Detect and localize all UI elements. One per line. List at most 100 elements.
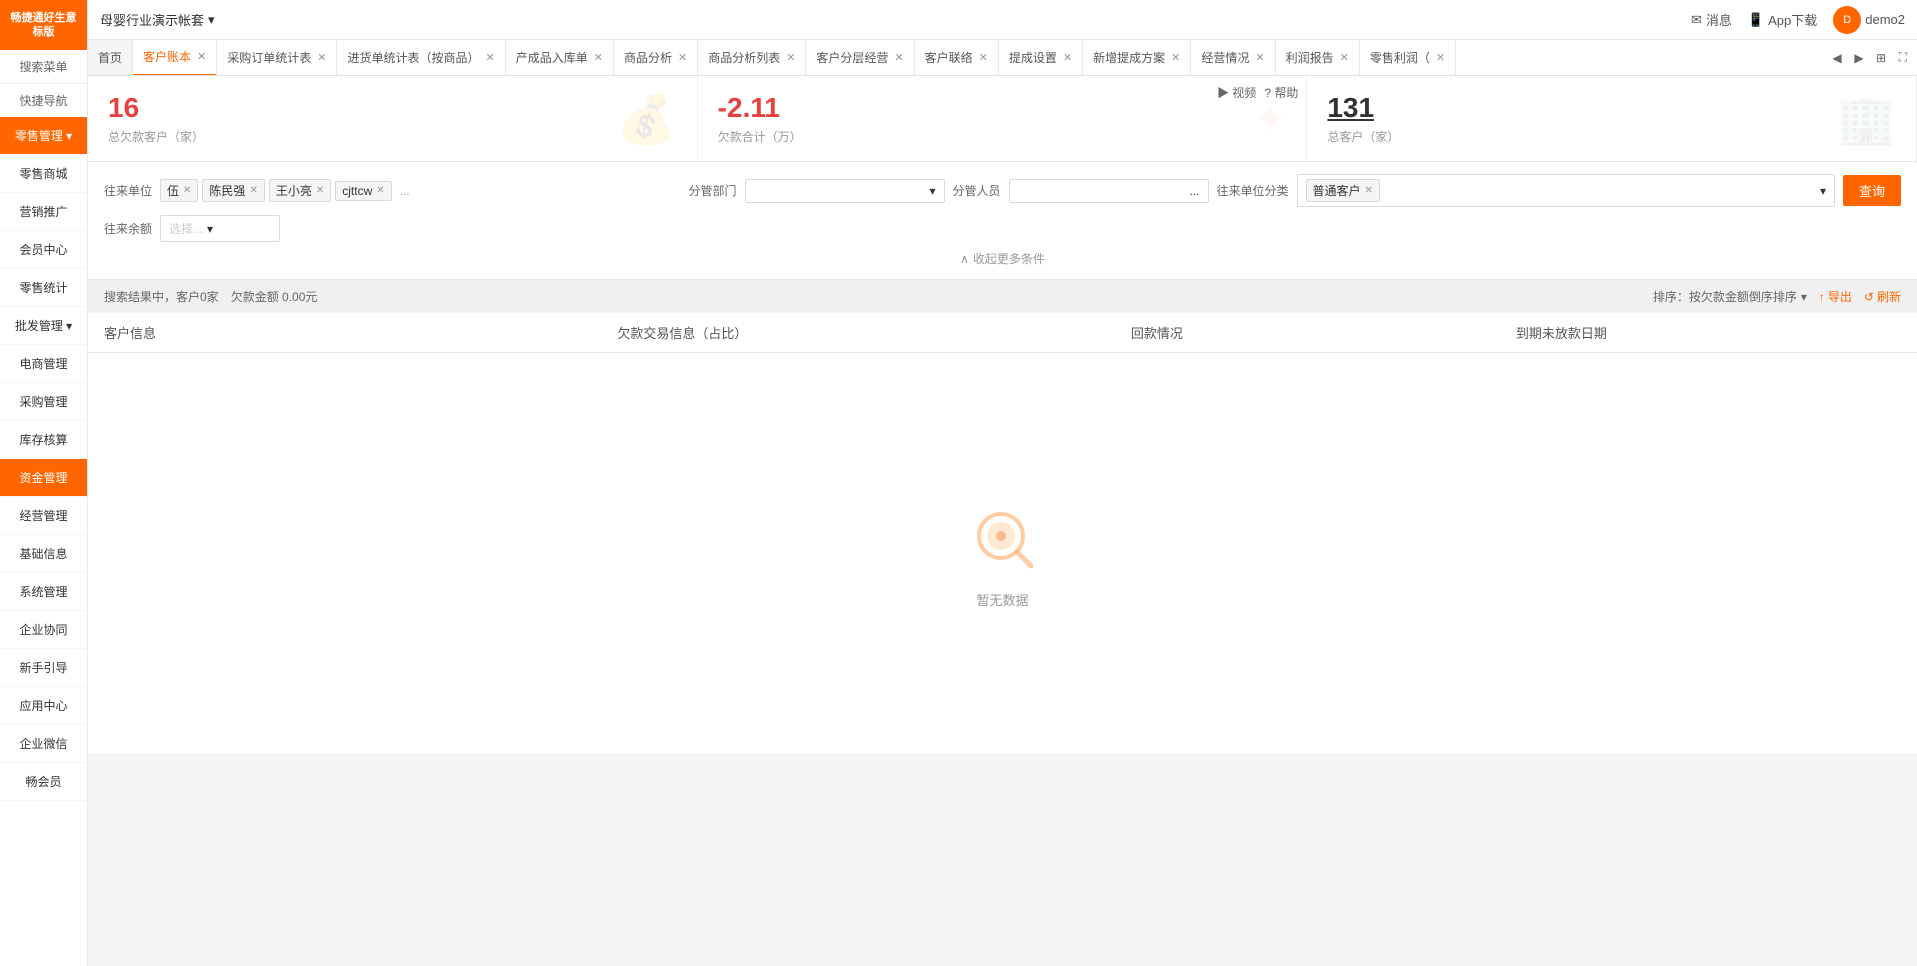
tab-product-analysis[interactable]: 商品分析 ✕ <box>614 40 698 76</box>
company-tag-wu-close[interactable]: ✕ <box>183 185 191 196</box>
tab-close-icon[interactable]: ✕ <box>1255 51 1264 64</box>
export-icon: ↑ <box>1819 290 1825 304</box>
main-area: 母婴行业演示帐套 ▾ ✉ 消息 📱 App下载 D demo2 首页 客户账本 … <box>88 0 1917 966</box>
total-customers-icon: 🏢 <box>1836 90 1896 147</box>
message-btn[interactable]: ✉ 消息 <box>1691 10 1732 29</box>
balance-filter-label: 往来余额 <box>104 220 152 237</box>
tab-home[interactable]: 首页 <box>88 40 133 76</box>
tab-new-raise-plan[interactable]: 新增提成方案 ✕ <box>1083 40 1191 76</box>
table-header: 客户信息 欠款交易信息（占比） 回款情况 到期未放款日期 <box>88 313 1917 353</box>
sidebar-item-ecommerce-mgmt[interactable]: 电商管理 <box>0 345 87 383</box>
sidebar-item-new-guide[interactable]: 新手引导 <box>0 649 87 687</box>
no-data-svg <box>963 498 1043 578</box>
sidebar-item-retail-mall[interactable]: 零售商城 <box>0 155 87 193</box>
tab-retail-profit[interactable]: 零售利润（ ✕ <box>1360 40 1456 76</box>
tab-label: 新增提成方案 <box>1093 49 1165 66</box>
sidebar-item-capital-mgmt[interactable]: 资金管理 <box>0 459 87 497</box>
sidebar-item-purchase-mgmt[interactable]: 采购管理 <box>0 383 87 421</box>
tab-customer-ledger-label: 客户账本 <box>143 48 191 65</box>
company-tag-chen-close[interactable]: ✕ <box>249 185 257 196</box>
company-tag-wang-close[interactable]: ✕ <box>316 185 324 196</box>
tab-close-icon[interactable]: ✕ <box>486 51 495 64</box>
debit-customers-icon: 💰 <box>617 90 677 147</box>
tab-raise-settings[interactable]: 提成设置 ✕ <box>999 40 1083 76</box>
tab-production-inbound[interactable]: 产成品入库单 ✕ <box>506 40 614 76</box>
tab-operation-status[interactable]: 经营情况 ✕ <box>1191 40 1275 76</box>
sidebar-item-wholesale-mgmt[interactable]: 批发管理 ▾ <box>0 307 87 345</box>
tab-expand[interactable]: ⊞ <box>1871 48 1891 68</box>
col-customer-info: 客户信息 <box>104 323 617 342</box>
sidebar-search[interactable]: 搜索菜单 <box>0 50 87 84</box>
sidebar-item-marketing[interactable]: 营销推广 <box>0 193 87 231</box>
tab-close-icon[interactable]: ✕ <box>979 51 988 64</box>
tab-close-icon[interactable]: ✕ <box>894 51 903 64</box>
tab-close-icon[interactable]: ✕ <box>786 51 795 64</box>
tab-customer-ledger[interactable]: 客户账本 ✕ <box>133 40 217 76</box>
sidebar-item-enterprise-wechat[interactable]: 企业微信 <box>0 725 87 763</box>
dept-filter-select[interactable]: ▾ <box>745 179 945 203</box>
sidebar-item-app-center[interactable]: 应用中心 <box>0 687 87 725</box>
tab-customer-ledger-close[interactable]: ✕ <box>197 50 206 63</box>
export-button[interactable]: ↑ 导出 <box>1819 288 1852 305</box>
debit-total-label: 欠款合计（万） <box>718 128 802 145</box>
category-filter-select[interactable]: 普通客户 ✕ ▾ <box>1297 174 1835 207</box>
sidebar-item-vip-member[interactable]: 畅会员 <box>0 763 87 801</box>
sidebar-fast-nav[interactable]: 快捷导航 <box>0 84 87 117</box>
refresh-icon: ↺ <box>1864 290 1874 304</box>
sidebar-item-basic-info[interactable]: 基础信息 <box>0 535 87 573</box>
tab-fullscreen[interactable]: ⛶ <box>1893 48 1913 68</box>
company-tag-wu-label: 伍 <box>167 182 179 199</box>
tab-scroll-left[interactable]: ◀ <box>1827 48 1847 68</box>
topbar-left: 母婴行业演示帐套 ▾ <box>100 10 215 29</box>
sidebar-item-members[interactable]: 会员中心 <box>0 231 87 269</box>
debit-customers-value: 16 <box>108 92 139 124</box>
tab-close-icon[interactable]: ✕ <box>1063 51 1072 64</box>
tab-close-icon[interactable]: ✕ <box>317 51 326 64</box>
app-download-label: App下载 <box>1768 10 1817 29</box>
tab-close-icon[interactable]: ✕ <box>594 51 603 64</box>
col-due-date: 到期未放款日期 <box>1516 323 1901 342</box>
video-btn[interactable]: ▶ 视频 <box>1217 84 1256 101</box>
tab-close-icon[interactable]: ✕ <box>1340 51 1349 64</box>
tab-incoming-stats[interactable]: 进货单统计表（按商品） ✕ <box>337 40 505 76</box>
export-label: 导出 <box>1828 288 1852 305</box>
tab-profit-report[interactable]: 利润报告 ✕ <box>1276 40 1360 76</box>
total-customers-value[interactable]: 131 <box>1327 92 1374 124</box>
sidebar-item-enterprise-collab[interactable]: 企业协同 <box>0 611 87 649</box>
app-download-btn[interactable]: 📱 App下载 <box>1748 10 1817 29</box>
collapse-filter-btn[interactable]: ∧ 收起更多条件 <box>104 250 1901 267</box>
account-selector[interactable]: 母婴行业演示帐套 ▾ <box>100 10 215 29</box>
tab-close-icon[interactable]: ✕ <box>1436 51 1445 64</box>
tab-close-icon[interactable]: ✕ <box>1171 51 1180 64</box>
category-dropdown-icon: ▾ <box>1820 184 1826 198</box>
user-area[interactable]: D demo2 <box>1833 6 1905 34</box>
sidebar-item-retail-mgmt[interactable]: 零售管理 ▾ <box>0 117 87 155</box>
account-dropdown-icon: ▾ <box>208 12 215 28</box>
tab-customer-tiering[interactable]: 客户分层经营 ✕ <box>806 40 914 76</box>
company-filter-more[interactable]: ... <box>396 182 414 200</box>
query-button[interactable]: 查询 <box>1843 175 1901 206</box>
tab-close-icon[interactable]: ✕ <box>678 51 687 64</box>
filter-row-balance: 往来余额 选择... ▾ <box>104 215 1901 242</box>
category-tag-close[interactable]: ✕ <box>1365 185 1373 196</box>
sidebar-item-operations-mgmt[interactable]: 经营管理 <box>0 497 87 535</box>
balance-filter-select[interactable]: 选择... ▾ <box>160 215 280 242</box>
company-tag-cjttcw: cjttcw ✕ <box>335 181 391 201</box>
help-btn[interactable]: ? 帮助 <box>1264 84 1298 101</box>
company-tag-cjttcw-close[interactable]: ✕ <box>376 185 384 196</box>
person-filter-select[interactable]: ... <box>1009 179 1209 203</box>
category-tag-label: 普通客户 <box>1313 182 1361 199</box>
tab-scroll-right[interactable]: ▶ <box>1849 48 1869 68</box>
tabbar-controls: ◀ ▶ ⊞ ⛶ <box>1823 48 1917 68</box>
stat-debit-customers: 💰 16 总欠款客户（家） <box>88 76 698 161</box>
tab-product-analysis-list[interactable]: 商品分析列表 ✕ <box>698 40 806 76</box>
sidebar-item-inventory[interactable]: 库存核算 <box>0 421 87 459</box>
sidebar-item-retail-stats[interactable]: 零售统计 <box>0 269 87 307</box>
sidebar-item-system-mgmt[interactable]: 系统管理 <box>0 573 87 611</box>
search-result-debit: 欠款金额 0.00元 <box>231 288 318 305</box>
tab-label: 提成设置 <box>1009 49 1057 66</box>
tab-purchase-order-stats[interactable]: 采购订单统计表 ✕ <box>217 40 337 76</box>
tab-customer-contact[interactable]: 客户联络 ✕ <box>915 40 999 76</box>
sort-selector[interactable]: 排序：按欠款金额倒序排序 ▾ <box>1653 288 1807 305</box>
refresh-button[interactable]: ↺ 刷新 <box>1864 288 1901 305</box>
